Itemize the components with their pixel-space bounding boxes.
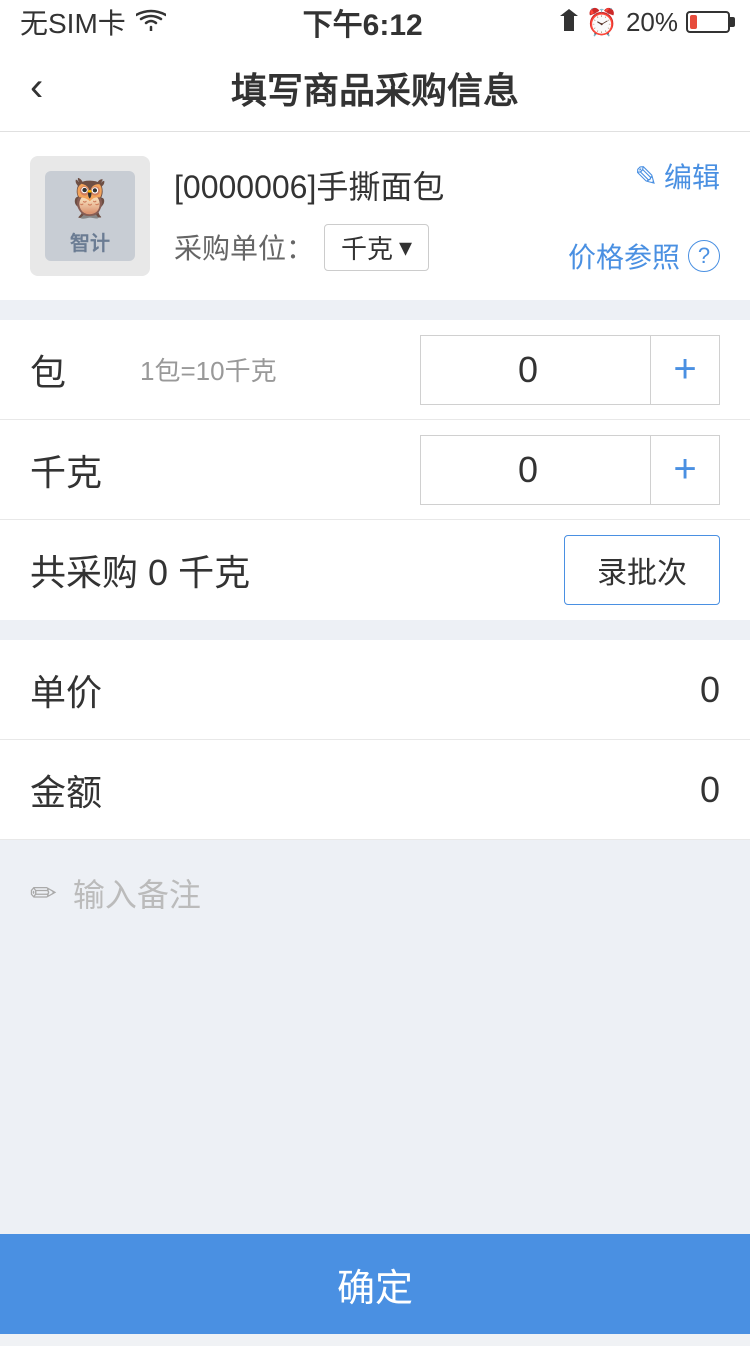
pack-qty-wrapper: + [420, 335, 720, 405]
battery-percent: 20% [626, 7, 678, 38]
kg-plus-button[interactable]: + [650, 435, 720, 505]
price-section: 单价 0 金额 0 [0, 640, 750, 840]
kg-input-section: 千克 + [0, 420, 750, 520]
unit-price-label: 单价 [30, 664, 102, 716]
pack-qty-input[interactable] [420, 335, 650, 405]
help-icon: ? [688, 240, 720, 272]
notes-placeholder: 输入备注 [73, 870, 201, 916]
batch-button[interactable]: 录批次 [564, 535, 720, 605]
bottom-spacer [0, 946, 750, 1246]
pack-plus-button[interactable]: + [650, 335, 720, 405]
pencil-icon: ✏ [30, 874, 57, 912]
pack-sublabel: 1包=10千克 [140, 351, 277, 388]
summary-text: 共采购 0 千克 [30, 544, 250, 596]
product-card: 🦉 智计 [0000006]手撕面包 采购单位： 千克 ▾ ✎ 编辑 价格参照 … [0, 132, 750, 300]
notes-section[interactable]: ✏ 输入备注 [0, 840, 750, 946]
section-divider-2 [0, 620, 750, 640]
unit-price-row: 单价 0 [0, 640, 750, 740]
amount-label: 金额 [30, 764, 102, 816]
confirm-button[interactable]: 确定 [0, 1234, 750, 1334]
price-ref-button[interactable]: 价格参照 ? [568, 236, 720, 276]
pack-input-section: 包 1包=10千克 + [0, 320, 750, 420]
edit-icon: ✎ [635, 160, 658, 193]
summary-row: 共采购 0 千克 录批次 [0, 520, 750, 620]
nav-bar: ‹ 填写商品采购信息 [0, 44, 750, 132]
pack-input-row: 包 1包=10千克 + [0, 320, 750, 420]
unit-select[interactable]: 千克 ▾ [324, 224, 429, 271]
unit-price-value: 0 [700, 669, 720, 711]
kg-label: 千克 [30, 444, 130, 496]
page-title: 填写商品采购信息 [231, 62, 519, 114]
amount-value: 0 [700, 769, 720, 811]
status-bar: 无SIM卡 下午6:12 ⏰ 20% [0, 0, 750, 44]
kg-input-row: 千克 + [0, 420, 750, 520]
status-left: 无SIM卡 [20, 2, 166, 42]
wifi-icon [136, 6, 166, 38]
alarm-icon: ⏰ [586, 7, 618, 38]
chevron-down-icon: ▾ [399, 232, 412, 263]
section-divider-1 [0, 300, 750, 320]
amount-row: 金额 0 [0, 740, 750, 840]
pack-label: 包 [30, 344, 130, 396]
battery-icon [686, 11, 730, 33]
back-button[interactable]: ‹ [30, 65, 43, 110]
location-icon [560, 7, 578, 38]
kg-qty-wrapper: + [420, 435, 720, 505]
kg-qty-input[interactable] [420, 435, 650, 505]
carrier-label: 无SIM卡 [20, 2, 126, 42]
status-time: 下午6:12 [303, 0, 423, 44]
product-logo-icon: 🦉 [66, 177, 113, 221]
product-image: 🦉 智计 [30, 156, 150, 276]
logo-text: 智计 [70, 227, 110, 256]
status-right: ⏰ 20% [560, 7, 730, 38]
edit-button[interactable]: ✎ 编辑 [635, 156, 720, 196]
unit-label: 采购单位： [174, 227, 314, 267]
